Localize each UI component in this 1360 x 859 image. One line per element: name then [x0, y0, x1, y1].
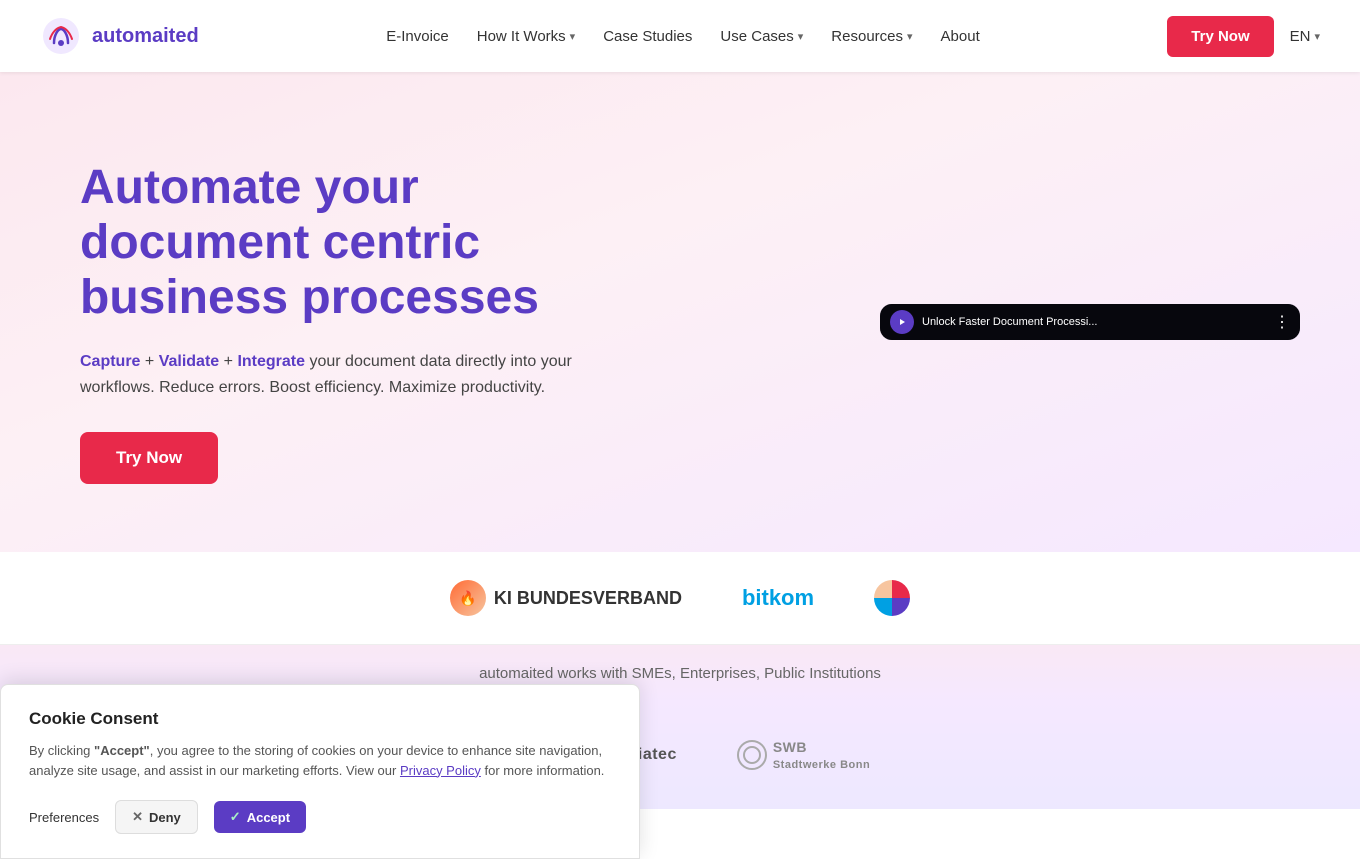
nav-item-use-cases[interactable]: Use Cases ▾	[720, 28, 803, 45]
logos-strip: 🔥 KI BUNDESVERBAND bitkom	[0, 552, 1360, 645]
cookie-accept-button[interactable]: ✓ Accept	[214, 801, 306, 833]
privacy-policy-link[interactable]: Privacy Policy	[400, 763, 481, 778]
logo-text: automaited	[92, 25, 199, 48]
nav-links: E-Invoice How It Works ▾ Case Studies Us…	[386, 28, 980, 45]
navbar: automaited E-Invoice How It Works ▾ Case…	[0, 0, 1360, 72]
video-title: Unlock Faster Document Processi...	[922, 316, 1097, 328]
swb-label: SWBStadtwerke Bonn	[773, 739, 870, 771]
hero-integrate: Integrate	[237, 353, 305, 370]
cookie-banner: Cookie Consent By clicking "Accept", you…	[0, 684, 640, 859]
works-with-text: automaited works with SMEs, Enterprises,…	[40, 665, 1320, 682]
ki-badge-icon: 🔥	[450, 580, 486, 616]
nav-item-how-it-works[interactable]: How It Works ▾	[477, 28, 575, 45]
nav-item-about[interactable]: About	[941, 28, 980, 45]
hero-validate: Validate	[159, 353, 219, 370]
hero-subtitle: Capture + Validate + Integrate your docu…	[80, 349, 640, 400]
logo-circle	[874, 580, 910, 616]
logo-bitkom: bitkom	[742, 585, 814, 611]
language-selector[interactable]: EN ▾	[1290, 28, 1320, 45]
chevron-down-icon: ▾	[798, 30, 804, 43]
hero-video[interactable]: Unlock Faster Document Processi... ⋮	[880, 304, 1300, 340]
hero-content: Automate your document centric business …	[80, 160, 640, 485]
video-channel-icon	[890, 310, 914, 334]
chevron-down-icon: ▾	[570, 30, 576, 43]
logo[interactable]: automaited	[40, 15, 199, 57]
cookie-preferences-link[interactable]: Preferences	[29, 810, 99, 825]
circle-logo-icon	[874, 580, 910, 616]
nav-right: Try Now EN ▾	[1167, 16, 1320, 57]
nav-item-case-studies[interactable]: Case Studies	[603, 28, 692, 45]
chevron-down-icon: ▾	[907, 30, 913, 43]
video-title-bar: Unlock Faster Document Processi... ⋮	[880, 304, 1300, 340]
nav-item-resources[interactable]: Resources ▾	[831, 28, 912, 45]
swb-logo-icon	[737, 740, 767, 770]
cookie-title: Cookie Consent	[29, 709, 611, 729]
chevron-down-icon: ▾	[1314, 30, 1320, 43]
hero-title: Automate your document centric business …	[80, 160, 640, 326]
cookie-actions: Preferences ✕ Deny ✓ Accept	[29, 800, 611, 834]
logo-icon	[40, 15, 82, 57]
deny-icon: ✕	[132, 809, 143, 825]
try-now-hero-button[interactable]: Try Now	[80, 432, 218, 484]
cookie-deny-button[interactable]: ✕ Deny	[115, 800, 198, 834]
cookie-body: By clicking "Accept", you agree to the s…	[29, 741, 611, 780]
client-swb: SWBStadtwerke Bonn	[737, 739, 870, 771]
video-more-icon[interactable]: ⋮	[1274, 312, 1290, 332]
accept-checkmark-icon: ✓	[230, 809, 241, 825]
nav-item-e-invoice[interactable]: E-Invoice	[386, 28, 449, 45]
try-now-nav-button[interactable]: Try Now	[1167, 16, 1273, 57]
logo-ki-bundesverband: 🔥 KI BUNDESVERBAND	[450, 580, 682, 616]
hero-capture: Capture	[80, 353, 140, 370]
hero-section: Automate your document centric business …	[0, 72, 1360, 552]
